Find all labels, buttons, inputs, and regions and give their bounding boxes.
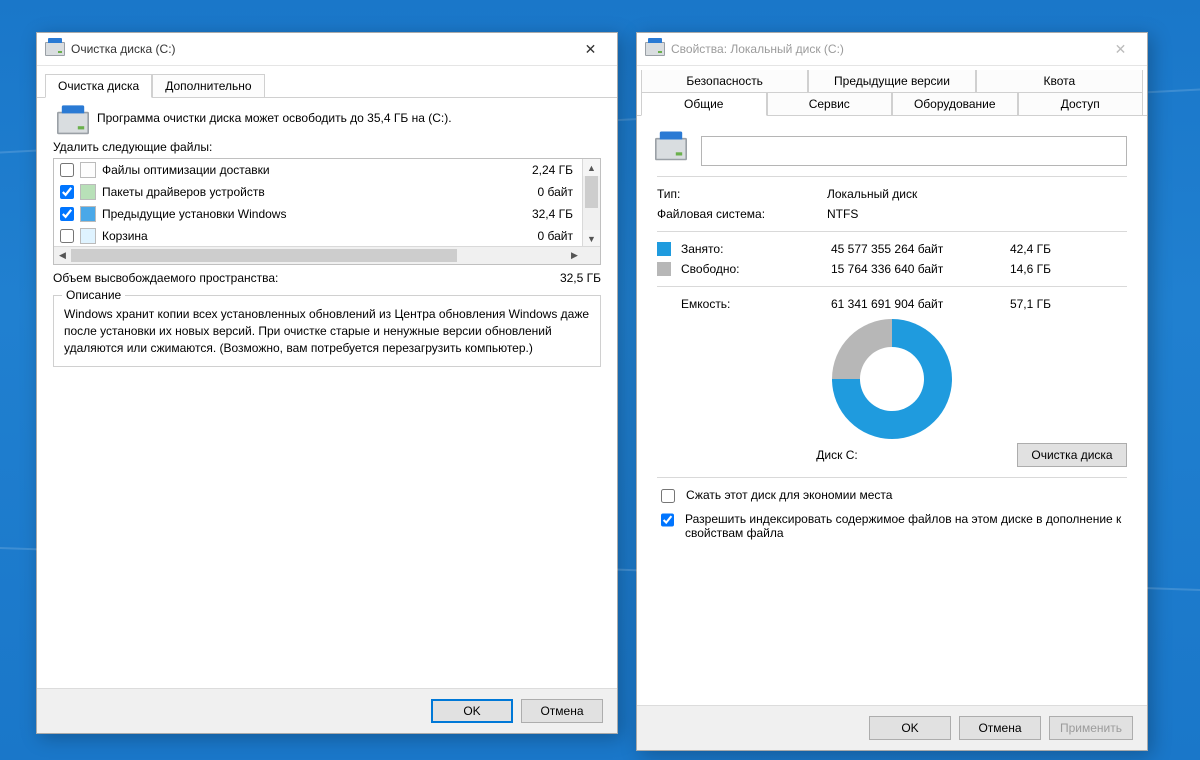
file-checkbox[interactable] bbox=[60, 163, 74, 177]
tab-more[interactable]: Дополнительно bbox=[152, 74, 264, 97]
scroll-up-icon[interactable]: ▲ bbox=[583, 159, 600, 176]
scroll-left-icon[interactable]: ◀ bbox=[54, 247, 71, 264]
free-color-icon bbox=[657, 262, 671, 276]
props-titlebar[interactable]: Свойства: Локальный диск (C:) ✕ bbox=[637, 33, 1147, 66]
file-checkbox[interactable] bbox=[60, 229, 74, 243]
delete-files-label: Удалить следующие файлы: bbox=[53, 140, 601, 154]
total-space-value: 32,5 ГБ bbox=[521, 271, 601, 285]
drive-name-field[interactable] bbox=[701, 136, 1127, 166]
free-gb: 14,6 ГБ bbox=[991, 262, 1051, 276]
file-checkbox[interactable] bbox=[60, 207, 74, 221]
capacity-bytes: 61 341 691 904 байт bbox=[831, 297, 991, 311]
free-bytes: 15 764 336 640 байт bbox=[831, 262, 991, 276]
close-icon[interactable]: ✕ bbox=[1098, 34, 1143, 64]
file-icon bbox=[80, 228, 96, 244]
used-gb: 42,4 ГБ bbox=[991, 242, 1051, 256]
tab-cleanup[interactable]: Очистка диска bbox=[45, 74, 152, 98]
divider bbox=[657, 231, 1127, 232]
ok-button[interactable]: OK bbox=[431, 699, 513, 723]
description-text: Windows хранит копии всех установленных … bbox=[64, 307, 589, 355]
tab-security[interactable]: Безопасность bbox=[641, 70, 808, 92]
tab-general[interactable]: Общие bbox=[641, 92, 767, 116]
scroll-right-icon[interactable]: ▶ bbox=[566, 247, 583, 264]
file-name: Пакеты драйверов устройств bbox=[102, 185, 503, 199]
tab-tools[interactable]: Сервис bbox=[767, 92, 893, 115]
file-checkbox[interactable] bbox=[60, 185, 74, 199]
scroll-thumb[interactable] bbox=[585, 176, 598, 208]
cancel-button[interactable]: Отмена bbox=[521, 699, 603, 723]
drive-icon bbox=[45, 42, 63, 56]
ok-button[interactable]: OK bbox=[869, 716, 951, 740]
props-body: Тип: Локальный диск Файловая система: NT… bbox=[637, 116, 1147, 554]
file-size: 0 байт bbox=[503, 229, 579, 243]
compress-label: Сжать этот диск для экономии места bbox=[686, 488, 892, 502]
list-item[interactable]: Файлы оптимизации доставки 2,24 ГБ bbox=[54, 159, 583, 181]
file-size: 0 байт bbox=[503, 185, 579, 199]
fs-value: NTFS bbox=[827, 207, 858, 221]
file-icon bbox=[80, 206, 96, 222]
close-icon[interactable]: ✕ bbox=[568, 34, 613, 64]
drive-icon bbox=[53, 110, 93, 130]
compress-checkbox[interactable] bbox=[661, 489, 675, 503]
used-color-icon bbox=[657, 242, 671, 256]
tab-previous-versions[interactable]: Предыдущие версии bbox=[808, 70, 975, 92]
index-checkbox[interactable] bbox=[661, 513, 674, 527]
list-item[interactable]: Предыдущие установки Windows 32,4 ГБ bbox=[54, 203, 583, 225]
file-icon bbox=[80, 184, 96, 200]
file-icon bbox=[80, 162, 96, 178]
props-tabstrip: Безопасность Предыдущие версии Квота Общ… bbox=[637, 66, 1147, 116]
file-size: 32,4 ГБ bbox=[503, 207, 579, 221]
files-listbox[interactable]: Файлы оптимизации доставки 2,24 ГБ Пакет… bbox=[53, 158, 601, 265]
divider bbox=[657, 477, 1127, 478]
divider bbox=[657, 176, 1127, 177]
disk-cleanup-button[interactable]: Очистка диска bbox=[1017, 443, 1127, 467]
list-item[interactable]: Корзина 0 байт bbox=[54, 225, 583, 247]
list-item[interactable]: Пакеты драйверов устройств 0 байт bbox=[54, 181, 583, 203]
props-title: Свойства: Локальный диск (C:) bbox=[671, 42, 1098, 56]
scrollbar-vertical[interactable]: ▲ ▼ bbox=[582, 159, 600, 247]
used-label: Занято: bbox=[681, 242, 831, 256]
file-name: Файлы оптимизации доставки bbox=[102, 163, 503, 177]
cleanup-body: Программа очистки диска может освободить… bbox=[37, 98, 617, 379]
fs-label: Файловая система: bbox=[657, 207, 827, 221]
file-name: Корзина bbox=[102, 229, 503, 243]
capacity-gb: 57,1 ГБ bbox=[991, 297, 1051, 311]
type-label: Тип: bbox=[657, 187, 827, 201]
cleanup-titlebar[interactable]: Очистка диска (C:) ✕ bbox=[37, 33, 617, 66]
cleanup-intro-text: Программа очистки диска может освободить… bbox=[97, 110, 601, 126]
scroll-down-icon[interactable]: ▼ bbox=[583, 230, 600, 247]
scroll-thumb[interactable] bbox=[71, 249, 457, 262]
capacity-label: Емкость: bbox=[681, 297, 831, 311]
tab-quota[interactable]: Квота bbox=[976, 70, 1143, 92]
file-name: Предыдущие установки Windows bbox=[102, 207, 503, 221]
type-value: Локальный диск bbox=[827, 187, 917, 201]
description-legend: Описание bbox=[62, 287, 125, 304]
index-label: Разрешить индексировать содержимое файло… bbox=[685, 512, 1127, 540]
divider bbox=[657, 286, 1127, 287]
usage-donut-chart bbox=[832, 319, 952, 439]
cancel-button[interactable]: Отмена bbox=[959, 716, 1041, 740]
drive-icon bbox=[645, 42, 663, 56]
drive-properties-window: Свойства: Локальный диск (C:) ✕ Безопасн… bbox=[636, 32, 1148, 751]
disk-cleanup-window: Очистка диска (C:) ✕ Очистка диска Допол… bbox=[36, 32, 618, 734]
scrollbar-horizontal[interactable]: ◀ ▶ bbox=[54, 246, 600, 264]
tab-hardware[interactable]: Оборудование bbox=[892, 92, 1018, 115]
apply-button[interactable]: Применить bbox=[1049, 716, 1133, 740]
total-space-label: Объем высвобождаемого пространства: bbox=[53, 271, 521, 285]
cleanup-tabstrip: Очистка диска Дополнительно bbox=[37, 68, 617, 98]
free-label: Свободно: bbox=[681, 262, 831, 276]
used-bytes: 45 577 355 264 байт bbox=[831, 242, 991, 256]
drive-icon bbox=[655, 137, 687, 164]
file-size: 2,24 ГБ bbox=[503, 163, 579, 177]
disk-label: Диск C: bbox=[657, 448, 1017, 462]
tab-sharing[interactable]: Доступ bbox=[1018, 92, 1144, 115]
description-group: Описание Windows хранит копии всех устан… bbox=[53, 295, 601, 367]
cleanup-title: Очистка диска (C:) bbox=[71, 42, 568, 56]
